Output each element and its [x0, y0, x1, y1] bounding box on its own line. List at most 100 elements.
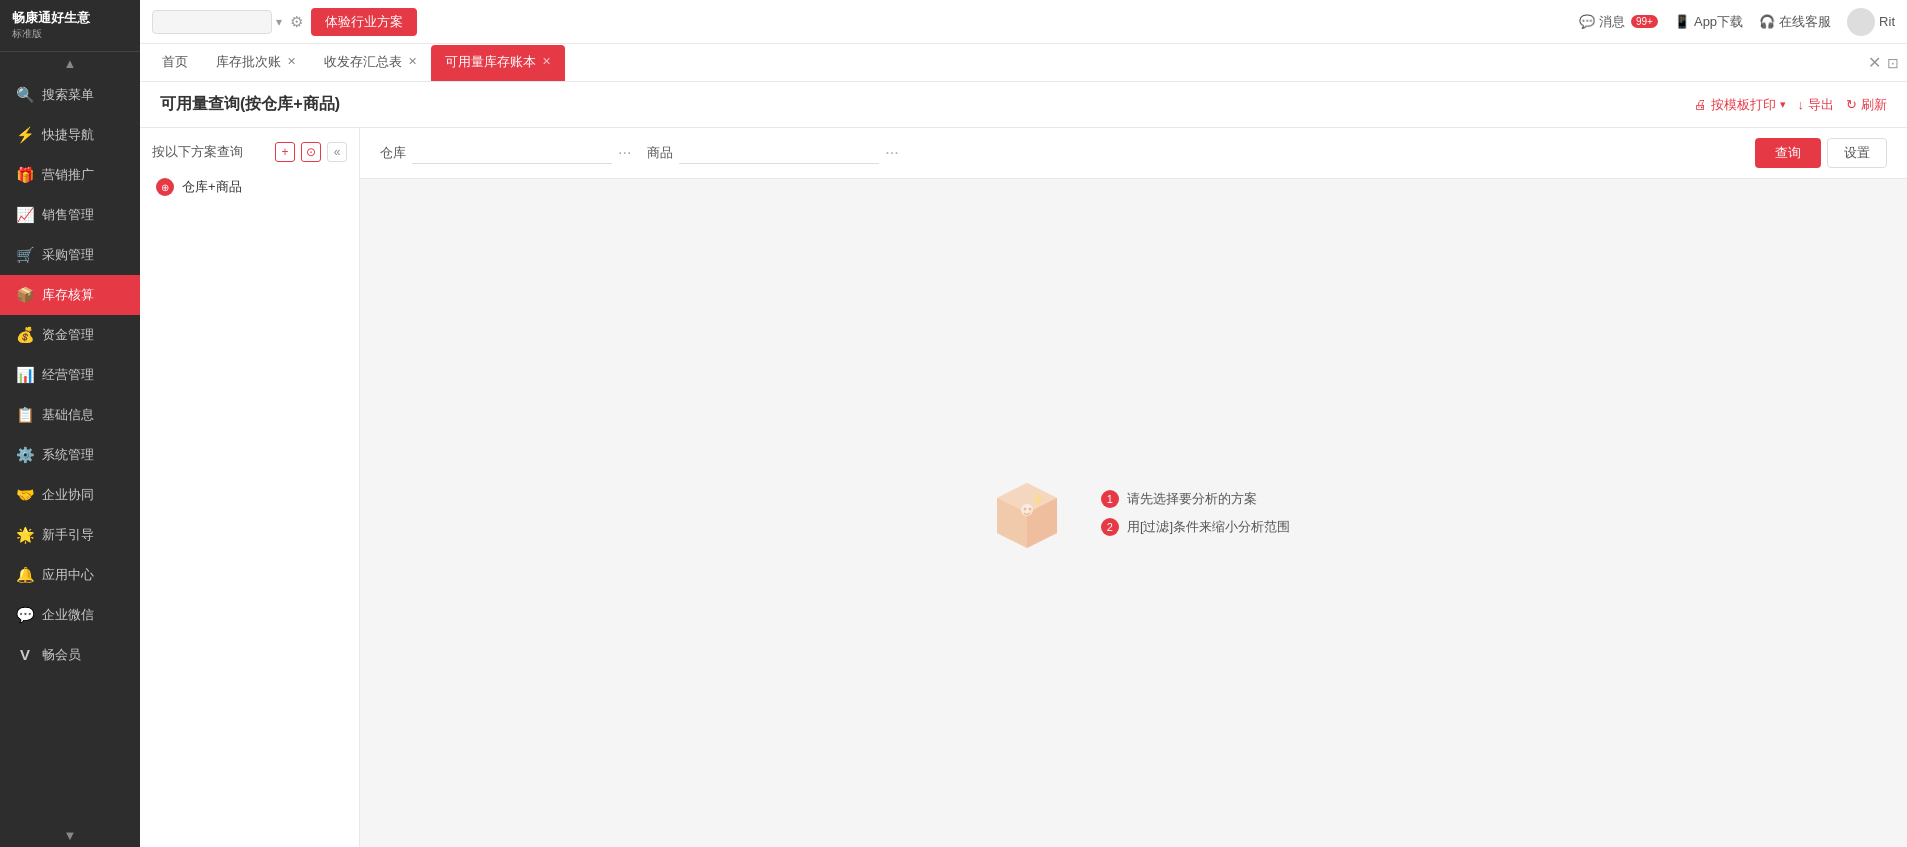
sidebar-item-search[interactable]: 🔍 搜索菜单: [0, 75, 140, 115]
goods-input[interactable]: [679, 142, 879, 164]
close-icon[interactable]: ✕: [542, 55, 551, 68]
add-scheme-button[interactable]: +: [275, 142, 295, 162]
sidebar-item-app-center[interactable]: 🔔 应用中心: [0, 555, 140, 595]
settings-icon[interactable]: ⚙: [290, 13, 303, 31]
sidebar-item-sales[interactable]: 📈 销售管理: [0, 195, 140, 235]
bell-icon: 🔔: [16, 566, 34, 584]
tip-number-1: 1: [1101, 490, 1119, 508]
tab-receipt-summary[interactable]: 收发存汇总表 ✕: [310, 45, 431, 81]
user-label: Rit: [1879, 14, 1895, 29]
sidebar-item-finance[interactable]: 💰 资金管理: [0, 315, 140, 355]
resize-window-button[interactable]: ⊡: [1887, 55, 1899, 71]
svg-point-6: [1028, 508, 1031, 511]
chevron-down-icon[interactable]: ▾: [1780, 98, 1786, 111]
settings-button[interactable]: 设置: [1827, 138, 1887, 168]
sidebar-item-guide[interactable]: 🌟 新手引导: [0, 515, 140, 555]
bar-chart-icon: 📊: [16, 366, 34, 384]
goods-more-icon[interactable]: ···: [885, 144, 898, 162]
export-label: 导出: [1808, 96, 1834, 114]
money-icon: 💰: [16, 326, 34, 344]
query-button[interactable]: 查询: [1755, 138, 1821, 168]
configure-scheme-button[interactable]: ⊙: [301, 142, 321, 162]
refresh-icon: ↻: [1846, 97, 1857, 112]
content-area: 按以下方案查询 + ⊙ « ⊕ 仓库+商品 仓库 ···: [140, 128, 1907, 847]
app-name: 畅康通好生意: [12, 10, 128, 27]
sidebar-item-wechat[interactable]: 💬 企业微信: [0, 595, 140, 635]
goods-label: 商品: [647, 144, 673, 162]
filter-actions: 查询 设置: [1755, 138, 1887, 168]
warehouse-label: 仓库: [380, 144, 406, 162]
chevron-down-icon[interactable]: ▾: [276, 15, 282, 29]
chart-icon: 📈: [16, 206, 34, 224]
app-download-button[interactable]: 📱 App下载: [1674, 13, 1743, 31]
tab-batch-ledger[interactable]: 库存批次账 ✕: [202, 45, 310, 81]
close-window-button[interactable]: ✕: [1868, 55, 1881, 71]
page-title: 可用量查询(按仓库+商品): [160, 94, 340, 115]
scheme-item-warehouse-goods[interactable]: ⊕ 仓库+商品: [140, 170, 359, 204]
empty-state: 1 请先选择要分析的方案 2 用[过滤]条件来缩小分析范围: [360, 179, 1907, 847]
tab-batch-ledger-label: 库存批次账: [216, 53, 281, 71]
sidebar-scroll-down[interactable]: ▼: [0, 824, 140, 847]
messages-badge: 99+: [1631, 15, 1658, 28]
customer-service-button[interactable]: 🎧 在线客服: [1759, 13, 1831, 31]
export-button[interactable]: ↓ 导出: [1798, 96, 1835, 114]
sidebar-item-member[interactable]: V 畅会员: [0, 635, 140, 675]
search-icon: 🔍: [16, 86, 34, 104]
sidebar-label-operations: 经营管理: [42, 366, 94, 384]
sidebar-label-guide: 新手引导: [42, 526, 94, 544]
star-icon: 🌟: [16, 526, 34, 544]
svg-point-5: [1023, 508, 1026, 511]
lightning-icon: ⚡: [16, 126, 34, 144]
sidebar-item-cooperation[interactable]: 🤝 企业协同: [0, 475, 140, 515]
refresh-button[interactable]: ↻ 刷新: [1846, 96, 1887, 114]
box-icon: 📦: [16, 286, 34, 304]
sidebar-item-inventory[interactable]: 📦 库存核算: [0, 275, 140, 315]
headset-icon: 🎧: [1759, 14, 1775, 29]
sidebar-label-finance: 资金管理: [42, 326, 94, 344]
phone-icon: 📱: [1674, 14, 1690, 29]
tab-home[interactable]: 首页: [148, 45, 202, 81]
trial-button[interactable]: 体验行业方案: [311, 8, 417, 36]
empty-tips: 1 请先选择要分析的方案 2 用[过滤]条件来缩小分析范围: [1101, 490, 1290, 536]
warehouse-input[interactable]: [412, 142, 612, 164]
user-avatar-area[interactable]: Rit: [1847, 8, 1895, 36]
close-icon[interactable]: ✕: [408, 55, 417, 68]
sidebar-item-quick-nav[interactable]: ⚡ 快捷导航: [0, 115, 140, 155]
member-icon: V: [16, 646, 34, 663]
tab-receipt-summary-label: 收发存汇总表: [324, 53, 402, 71]
close-icon[interactable]: ✕: [287, 55, 296, 68]
right-panel: 仓库 ··· 商品 ··· 查询 设置: [360, 128, 1907, 847]
empty-illustration: [977, 463, 1077, 563]
left-panel-icons: + ⊙ «: [275, 142, 347, 162]
filter-bar: 仓库 ··· 商品 ··· 查询 设置: [360, 128, 1907, 179]
sidebar-label-member: 畅会员: [42, 646, 81, 664]
print-button[interactable]: 🖨 按模板打印 ▾: [1694, 96, 1786, 114]
topbar-search-area: ▾: [152, 10, 282, 34]
sidebar-item-operations[interactable]: 📊 经营管理: [0, 355, 140, 395]
main-content: ▾ ⚙ 体验行业方案 💬 消息 99+ 📱 App下载 🎧 在线客服 Rit: [140, 0, 1907, 847]
topbar-search-input[interactable]: [152, 10, 272, 34]
tip-text-2: 用[过滤]条件来缩小分析范围: [1127, 518, 1290, 536]
left-panel: 按以下方案查询 + ⊙ « ⊕ 仓库+商品: [140, 128, 360, 847]
sidebar-item-system[interactable]: ⚙️ 系统管理: [0, 435, 140, 475]
sidebar-label-search: 搜索菜单: [42, 86, 94, 104]
message-icon: 💬: [1579, 14, 1595, 29]
messages-button[interactable]: 💬 消息 99+: [1579, 13, 1658, 31]
empty-tip-2: 2 用[过滤]条件来缩小分析范围: [1101, 518, 1290, 536]
warehouse-more-icon[interactable]: ···: [618, 144, 631, 162]
sidebar-item-basic-info[interactable]: 📋 基础信息: [0, 395, 140, 435]
sidebar-label-marketing: 营销推广: [42, 166, 94, 184]
print-label: 按模板打印: [1711, 96, 1776, 114]
sidebar-scroll-up[interactable]: ▲: [0, 52, 140, 75]
customer-service-label: 在线客服: [1779, 13, 1831, 31]
goods-field: 商品 ···: [647, 142, 898, 164]
sidebar-logo: 畅康通好生意 标准版: [0, 0, 140, 52]
scheme-icon: ⊕: [156, 178, 174, 196]
topbar-right: 💬 消息 99+ 📱 App下载 🎧 在线客服 Rit: [1579, 8, 1895, 36]
collapse-panel-button[interactable]: «: [327, 142, 347, 162]
page-header: 可用量查询(按仓库+商品) 🖨 按模板打印 ▾ ↓ 导出 ↻ 刷新: [140, 82, 1907, 128]
sidebar-item-marketing[interactable]: 🎁 营销推广: [0, 155, 140, 195]
tab-available-ledger[interactable]: 可用量库存账本 ✕: [431, 45, 565, 81]
sidebar-item-purchase[interactable]: 🛒 采购管理: [0, 235, 140, 275]
cart-icon: 🛒: [16, 246, 34, 264]
